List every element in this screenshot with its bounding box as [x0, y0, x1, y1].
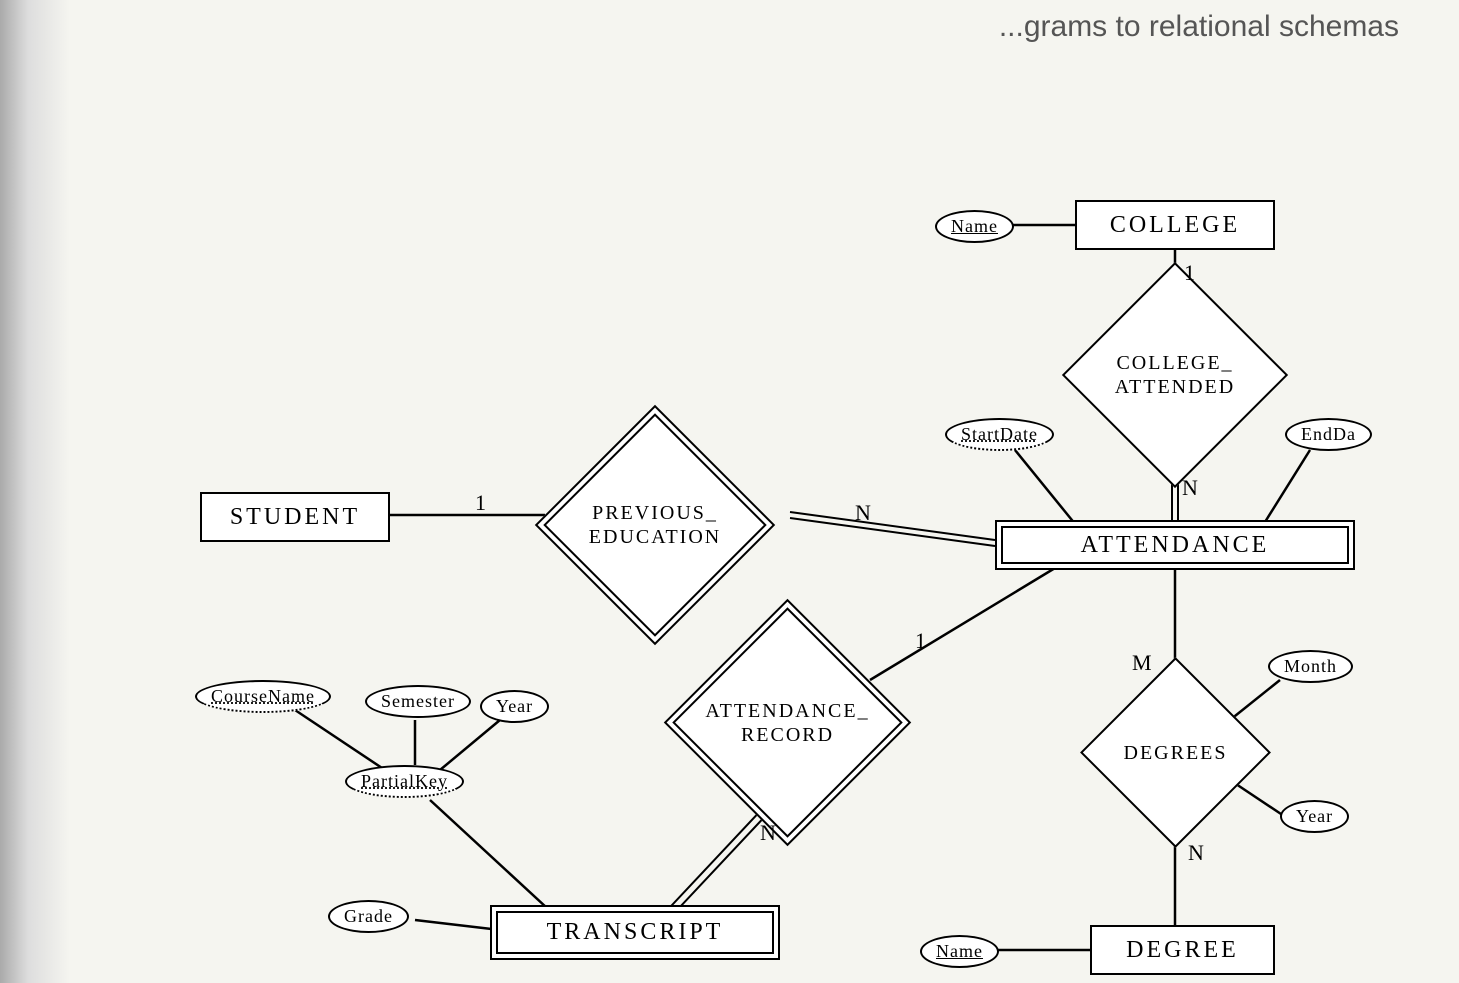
rel-label: DEGREES — [1124, 741, 1228, 765]
attr-college-name: Name — [935, 210, 1014, 243]
entity-transcript-weak: TRANSCRIPT — [490, 905, 780, 960]
attr-year-degree: Year — [1280, 800, 1349, 833]
rel-attendance-record: ATTENDANCE_RECORD — [700, 635, 875, 810]
entity-student: STUDENT — [200, 492, 390, 542]
entity-label: TRANSCRIPT — [547, 919, 724, 946]
card-prev-attendance: N — [855, 500, 871, 526]
entity-degree: DEGREE — [1090, 925, 1275, 975]
entity-label: DEGREE — [1126, 937, 1239, 964]
card-degrees-degree: N — [1188, 840, 1204, 866]
attr-degree-name: Name — [920, 935, 999, 968]
entity-label: ATTENDANCE — [1081, 532, 1270, 559]
rel-label: ATTENDANCE_RECORD — [705, 699, 869, 747]
attr-end-date: EndDa — [1285, 418, 1372, 451]
attr-month: Month — [1268, 650, 1353, 683]
rel-college-attended: COLLEGE_ATTENDED — [1095, 295, 1255, 455]
rel-previous-education: PREVIOUS_EDUCATION — [570, 440, 740, 610]
attr-partial-key: PartialKey — [345, 765, 464, 798]
card-college-collatt: 1 — [1184, 260, 1195, 286]
attr-course-name: CourseName — [195, 680, 331, 713]
attr-semester: Semester — [365, 685, 471, 718]
rel-label: COLLEGE_ATTENDED — [1115, 351, 1235, 399]
card-attendance-attrec: 1 — [915, 628, 926, 654]
card-attendance-degrees: M — [1132, 650, 1152, 676]
attr-grade: Grade — [328, 900, 409, 933]
card-attrec-transcript: N — [760, 820, 776, 846]
entity-attendance-weak: ATTENDANCE — [995, 520, 1355, 570]
entity-label: COLLEGE — [1110, 212, 1240, 239]
rel-degrees: DEGREES — [1108, 685, 1243, 820]
card-collatt-attendance: N — [1182, 475, 1198, 501]
rel-label: PREVIOUS_EDUCATION — [589, 501, 721, 549]
entity-label: STUDENT — [230, 504, 360, 531]
attr-start-date: StartDate — [945, 418, 1054, 451]
card-student-prev: 1 — [475, 490, 486, 516]
attr-year-transcript: Year — [480, 690, 549, 723]
entity-college: COLLEGE — [1075, 200, 1275, 250]
